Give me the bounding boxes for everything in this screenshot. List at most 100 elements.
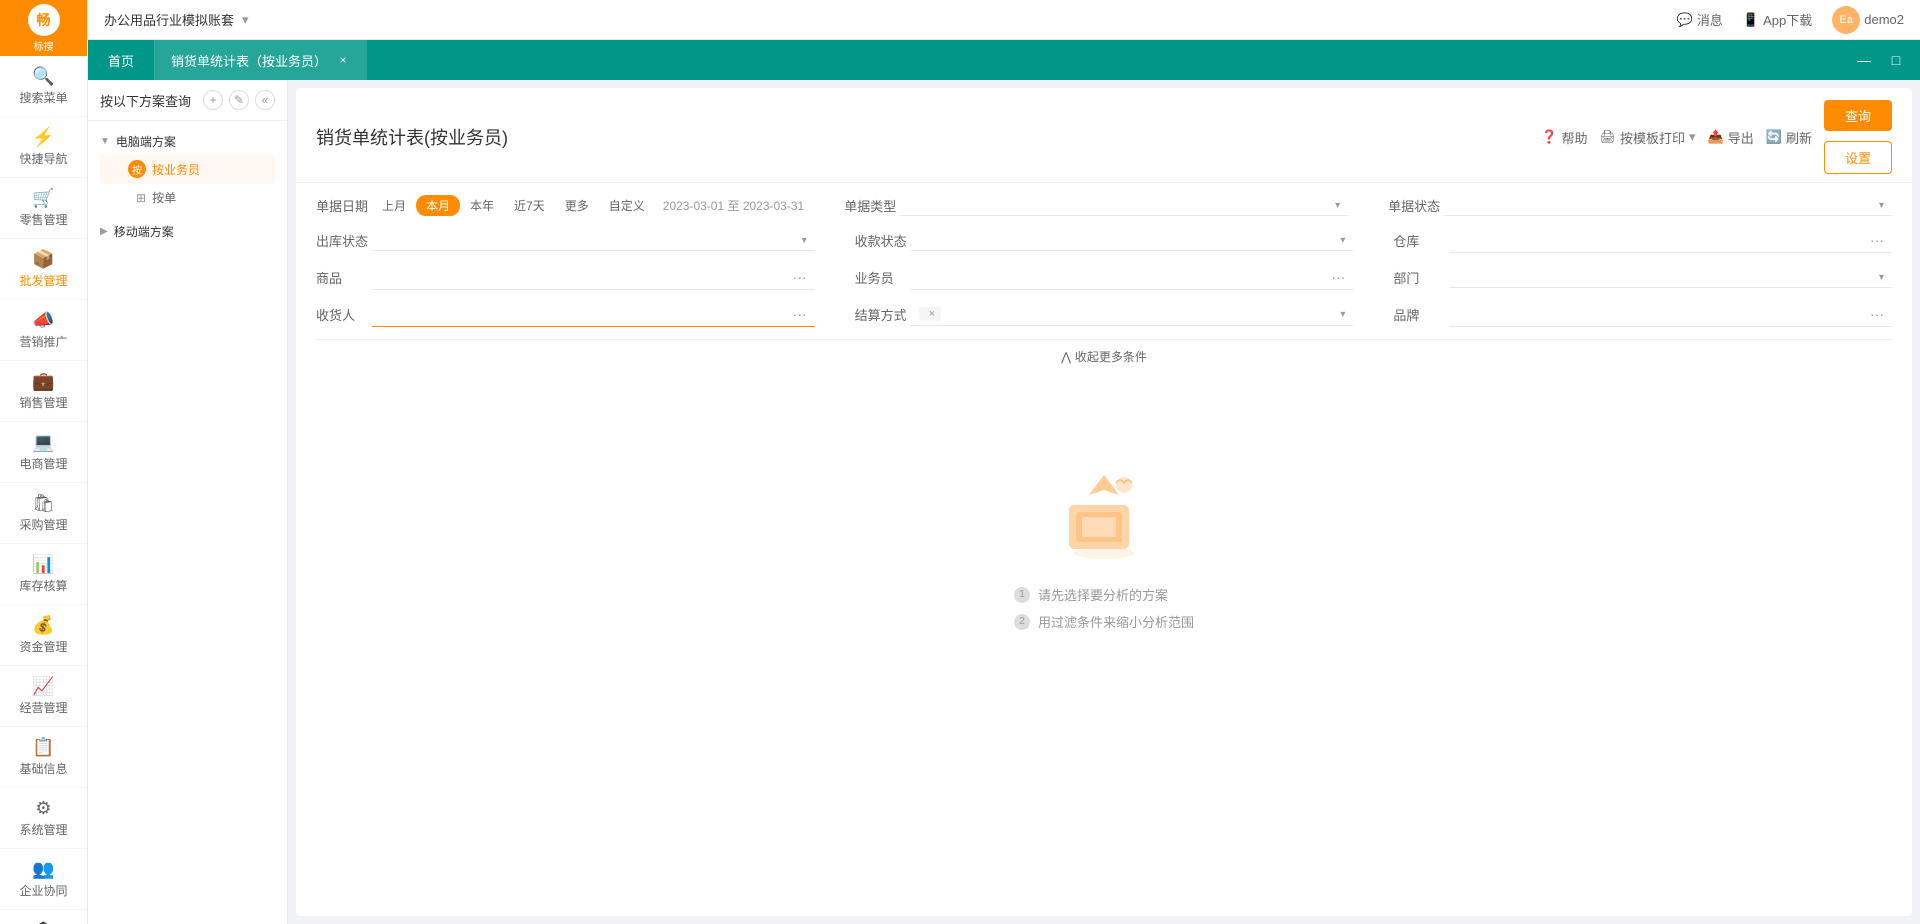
out-status-select[interactable]: ▾ — [372, 231, 815, 251]
scheme-item-order-label: 按单 — [152, 189, 176, 206]
app-download-button[interactable]: 📱 App下载 — [1743, 10, 1812, 29]
sidebar-item-label-12: 系统管理 — [19, 823, 67, 837]
salesman-input[interactable]: ··· — [911, 265, 1354, 290]
sidebar-item-icon-3: 📦 — [4, 249, 83, 270]
sidebar-item-9[interactable]: 💰资金管理 — [0, 605, 87, 666]
sidebar-item-6[interactable]: 💻电商管理 — [0, 422, 87, 483]
sidebar-item-icon-14: 🎓 — [4, 920, 83, 924]
refresh-button[interactable]: 🔄 刷新 — [1766, 128, 1812, 147]
brand-dots-icon: ··· — [1870, 306, 1884, 322]
dept-select[interactable]: ▾ — [1449, 268, 1892, 288]
warehouse-label: 仓库 — [1393, 231, 1449, 250]
product-input[interactable]: ··· — [372, 265, 815, 290]
sidebar-item-12[interactable]: ⚙系统管理 — [0, 788, 87, 849]
collect-status-select[interactable]: ▾ — [911, 231, 1354, 251]
sidebar-item-1[interactable]: ⚡快捷导航 — [0, 117, 87, 178]
tabbar-max-button[interactable]: □ — [1884, 48, 1908, 72]
scheme-group-desktop: ▼ 电脑端方案 按 按业务员 ⊞ 按单 — [88, 121, 287, 215]
sidebar-item-icon-5: 💼 — [4, 371, 83, 392]
sidebar-item-2[interactable]: 🛒零售管理 — [0, 178, 87, 239]
filter-date: 单据日期 上月 本月 本年 近7天 更多 自定义 2023-03-01 至 20… — [316, 195, 804, 216]
help-icon: ❓ — [1541, 129, 1557, 145]
scheme-group-mobile-arrow: ▶ — [100, 226, 108, 237]
settlement-tag-close[interactable]: × — [929, 308, 935, 320]
date-btn-last-month[interactable]: 上月 — [372, 195, 416, 216]
doc-status-select[interactable]: ▾ — [1444, 196, 1892, 216]
sidebar-item-label-7: 采购管理 — [19, 518, 67, 532]
brand-label: 品牌 — [1393, 305, 1449, 324]
receiver-input[interactable]: ··· — [372, 302, 815, 327]
topbar-left: 办公用品行业模拟账套 ▾ — [104, 10, 249, 29]
warehouse-input[interactable]: ··· — [1449, 228, 1892, 253]
date-btn-custom[interactable]: 自定义 — [599, 195, 655, 216]
doc-type-select[interactable]: ▾ — [900, 196, 1348, 216]
user-profile[interactable]: Ea demo2 — [1832, 6, 1904, 34]
message-icon: 💬 — [1677, 12, 1693, 28]
sidebar-item-10[interactable]: 📈经营管理 — [0, 666, 87, 727]
sidebar-item-icon-9: 💰 — [4, 615, 83, 636]
sidebar-item-11[interactable]: 📋基础信息 — [0, 727, 87, 788]
scheme-group-desktop-title[interactable]: ▼ 电脑端方案 — [100, 129, 275, 154]
page-content: 销货单统计表(按业务员) ❓ 帮助 🖨 按模板打印 ▾ 📤 导出 — [296, 88, 1912, 916]
sidebar-item-5[interactable]: 💼销售管理 — [0, 361, 87, 422]
app-download-icon: 📱 — [1743, 12, 1759, 28]
scheme-item-salesman-label: 按业务员 — [152, 161, 200, 178]
filter-receiver: 收货人 ··· — [316, 302, 815, 327]
settlement-select[interactable]: × ▾ — [911, 303, 1354, 326]
brand-input[interactable]: ··· — [1449, 302, 1892, 327]
sidebar-item-13[interactable]: 👥企业协同 — [0, 849, 87, 910]
out-status-dropdown-icon: ▾ — [802, 235, 807, 246]
tab-close-button[interactable]: × — [335, 52, 351, 68]
scheme-panel-title: 按以下方案查询 — [100, 91, 191, 110]
query-button[interactable]: 查询 — [1824, 100, 1892, 131]
export-button[interactable]: 📤 导出 — [1708, 128, 1754, 147]
empty-state: 1 请先选择要分析的方案 2 用过滤条件来缩小分析范围 — [296, 385, 1912, 711]
sidebar-item-icon-0: 🔍 — [4, 66, 83, 87]
app-download-label: App下载 — [1763, 10, 1812, 29]
tabbar-pin-button[interactable]: — — [1852, 48, 1876, 72]
sidebar-item-7[interactable]: 🛍采购管理 — [0, 483, 87, 544]
print-button[interactable]: 🖨 按模板打印 ▾ — [1600, 128, 1696, 147]
collapse-icon: ⋀ — [1061, 350, 1071, 364]
scheme-group-mobile-title[interactable]: ▶ 移动端方案 — [100, 219, 275, 244]
tab-home[interactable]: 首页 — [88, 40, 155, 80]
print-dropdown-icon[interactable]: ▾ — [1689, 129, 1696, 145]
scheme-collapse-button[interactable]: « — [255, 90, 275, 110]
sidebar-item-label-2: 零售管理 — [19, 213, 67, 227]
empty-step-2: 2 用过滤条件来缩小分析范围 — [1014, 612, 1194, 631]
sidebar-item-14[interactable]: 🎓新手引导 — [0, 910, 87, 924]
settings-button[interactable]: 设置 — [1824, 141, 1892, 174]
help-button[interactable]: ❓ 帮助 — [1541, 128, 1587, 147]
date-btn-this-year[interactable]: 本年 — [460, 195, 504, 216]
scheme-item-salesman[interactable]: 按 按业务员 — [100, 154, 275, 184]
sidebar-item-3[interactable]: 📦批发管理 — [0, 239, 87, 300]
scheme-panel-header: 按以下方案查询 + ✎ « — [88, 80, 287, 121]
empty-step-2-text: 用过滤条件来缩小分析范围 — [1038, 612, 1194, 631]
topbar-dropdown-icon[interactable]: ▾ — [242, 12, 249, 28]
scheme-item-order[interactable]: ⊞ 按单 — [100, 184, 275, 211]
tabbar: 首页 销货单统计表（按业务员） × — □ — [88, 40, 1920, 80]
date-btn-more[interactable]: 更多 — [555, 195, 599, 216]
tab-active[interactable]: 销货单统计表（按业务员） × — [155, 40, 367, 80]
message-button[interactable]: 💬 消息 — [1677, 10, 1723, 29]
scheme-add-button[interactable]: + — [203, 90, 223, 110]
sidebar-item-8[interactable]: 📊库存核算 — [0, 544, 87, 605]
refresh-label: 刷新 — [1786, 128, 1812, 147]
tabbar-right: — □ — [1852, 48, 1920, 72]
filter-row-3: 商品 ··· 业务员 ··· 部门 — [316, 265, 1892, 290]
sidebar-item-0[interactable]: 🔍 搜索菜单 — [0, 56, 87, 117]
sidebar-item-label-0: 搜索菜单 — [19, 91, 67, 105]
filter-collect-status: 收款状态 ▾ — [855, 231, 1354, 251]
collapse-button[interactable]: ⋀ 收起更多条件 — [1061, 348, 1147, 365]
filter-row-2: 出库状态 ▾ 收款状态 ▾ 仓库 — [316, 228, 1892, 253]
date-btn-7days[interactable]: 近7天 — [504, 195, 555, 216]
scheme-edit-button[interactable]: ✎ — [229, 90, 249, 110]
scheme-group-mobile-label: 移动端方案 — [114, 223, 174, 240]
sidebar-item-4[interactable]: 📣营销推广 — [0, 300, 87, 361]
help-label: 帮助 — [1562, 128, 1588, 147]
sidebar-item-icon-1: ⚡ — [4, 127, 83, 148]
product-label: 商品 — [316, 268, 372, 287]
collapse-row: ⋀ 收起更多条件 — [316, 339, 1892, 373]
date-btn-this-month[interactable]: 本月 — [416, 195, 460, 216]
doc-status-dropdown-icon: ▾ — [1879, 200, 1884, 211]
